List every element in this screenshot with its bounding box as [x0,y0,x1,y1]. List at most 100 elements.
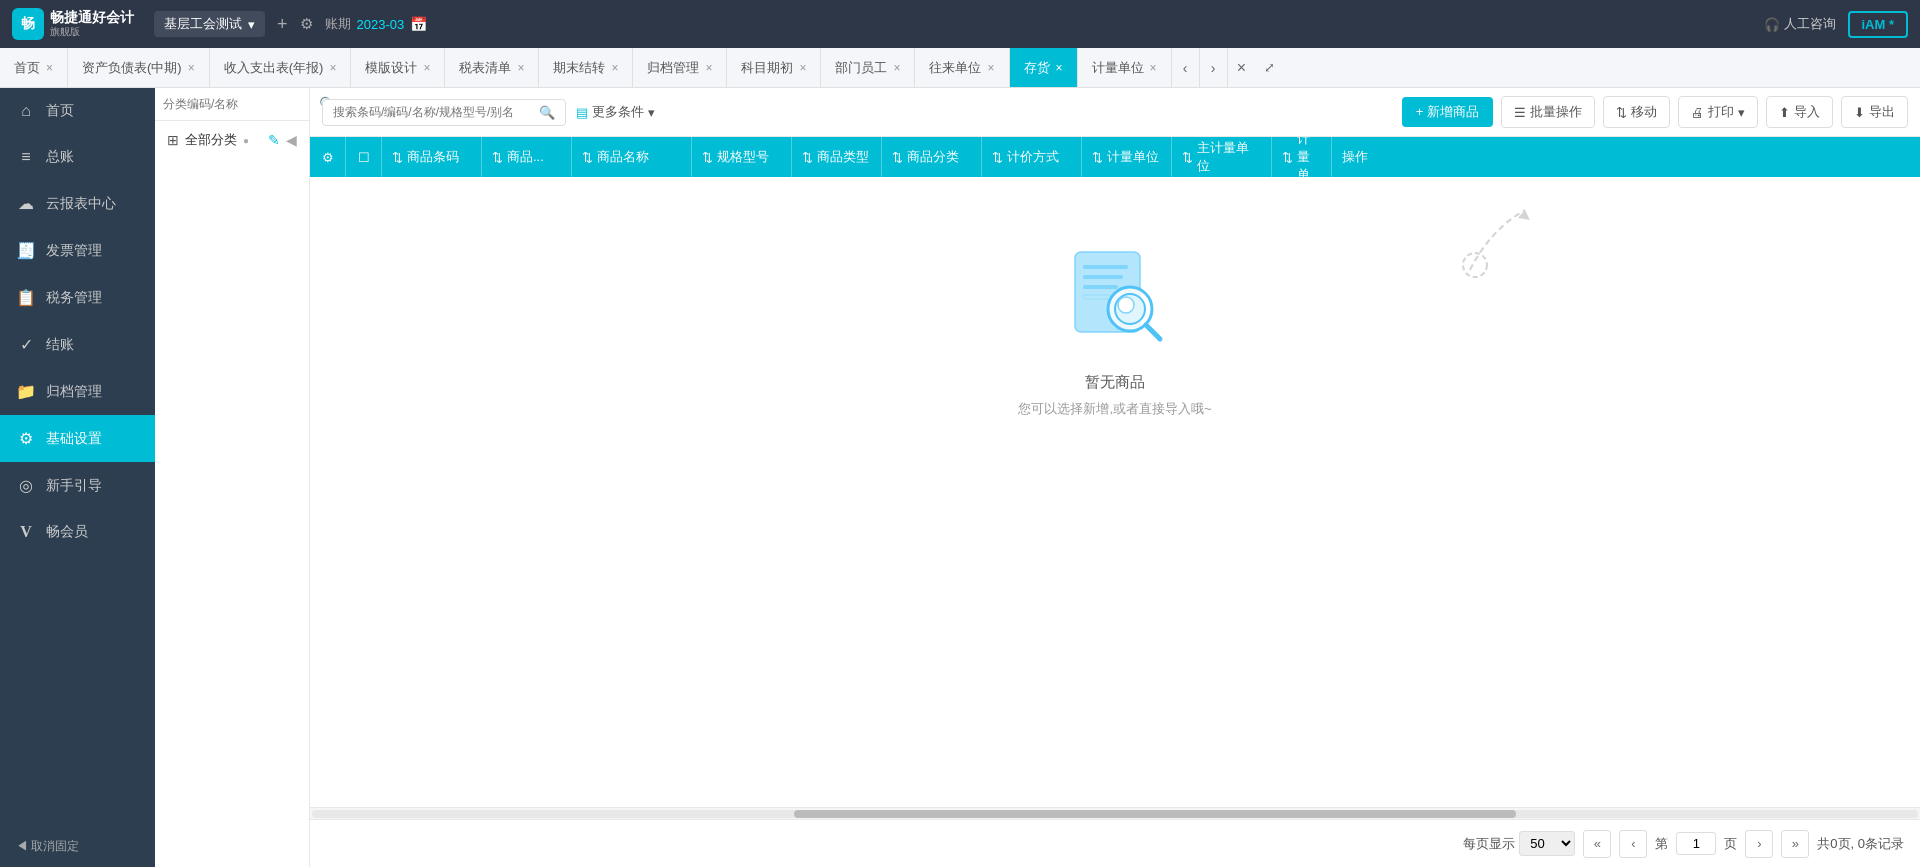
home-icon: ⌂ [16,102,36,120]
move-button[interactable]: ⇅ 移动 [1603,96,1670,128]
tab-close-icon[interactable]: × [705,61,712,75]
svg-rect-5 [1083,285,1118,289]
empty-arrow-decoration [1460,200,1540,280]
sidebar-item-reports[interactable]: ☁ 云报表中心 [0,180,155,227]
add-goods-button[interactable]: + 新增商品 [1402,97,1493,127]
main-layout: ⌂ 首页 ≡ 总账 ☁ 云报表中心 🧾 发票管理 📋 税务管理 ✓ 结账 📁 归… [0,88,1920,867]
calendar-icon[interactable]: 📅 [410,16,427,32]
th-barcode[interactable]: ⇅ 商品条码 [382,137,482,177]
th-category[interactable]: ⇅ 商品分类 [882,137,982,177]
tab-close-icon[interactable]: × [799,61,806,75]
sidebar-item-settings[interactable]: ⚙ 基础设置 [0,415,155,462]
svg-marker-0 [1518,210,1530,220]
invoice-icon: 🧾 [16,241,36,260]
th-main-unit[interactable]: ⇅ 主计量单位 [1172,137,1272,177]
company-selector[interactable]: 基层工会测试 ▾ [154,11,265,37]
sidebar-item-tax[interactable]: 📋 税务管理 [0,274,155,321]
import-button[interactable]: ⬆ 导入 [1766,96,1833,128]
tab-close-all-btn[interactable]: × [1228,48,1256,87]
tab-subject-init[interactable]: 科目期初 × [727,48,821,87]
tab-label: 归档管理 [647,59,699,77]
page-last-btn[interactable]: » [1781,830,1809,858]
page-next-btn[interactable]: › [1745,830,1773,858]
tab-home[interactable]: 首页 × [0,48,68,87]
export-button[interactable]: ⬇ 导出 [1841,96,1908,128]
print-icon: 🖨 [1691,105,1704,120]
settings-icon-btn[interactable]: ⚙ [300,15,313,33]
archive-icon: 📁 [16,382,36,401]
tab-tax-list[interactable]: 税表清单 × [445,48,539,87]
th-num[interactable]: ⇅ 主计量单位 [1272,137,1332,177]
th-checkbox[interactable]: ☐ [346,137,382,177]
tab-prev-btn[interactable]: ‹ [1172,48,1200,87]
tab-next-btn[interactable]: › [1200,48,1228,87]
goods-search-bar: 🔍 ▤ 更多条件 ▾ + 新增商品 ☰ 批量操作 [310,88,1920,137]
category-search-input[interactable] [163,97,313,111]
sidebar-item-member[interactable]: V 畅会员 [0,509,155,555]
th-unit[interactable]: ⇅ 计量单位 [1082,137,1172,177]
edit-icon[interactable]: ✎ [268,132,280,148]
tab-goods[interactable]: 存货 × [1010,48,1078,87]
batch-ops-button[interactable]: ☰ 批量操作 [1501,96,1595,128]
tax-icon: 📋 [16,288,36,307]
tab-close-icon[interactable]: × [423,61,430,75]
cancel-pin-button[interactable]: ◀ 取消固定 [0,826,155,867]
collapse-icon[interactable]: ◀ [286,132,297,148]
search-icon[interactable]: 🔍 [539,105,555,120]
tab-label: 模版设计 [365,59,417,77]
page-first-btn[interactable]: « [1583,830,1611,858]
print-button[interactable]: 🖨 打印 ▾ [1678,96,1758,128]
tab-expand-btn[interactable]: ⤢ [1256,48,1284,87]
headset-icon: 🎧 [1764,17,1780,32]
tab-close-icon[interactable]: × [611,61,618,75]
svg-point-9 [1118,297,1134,313]
tab-close-icon[interactable]: × [1150,61,1157,75]
tab-period-transfer[interactable]: 期末结转 × [539,48,633,87]
tab-template[interactable]: 模版设计 × [351,48,445,87]
tab-department[interactable]: 部门员工 × [821,48,915,87]
tab-close-icon[interactable]: × [188,61,195,75]
empty-sub-text: 您可以选择新增,或者直接导入哦~ [1018,400,1211,418]
th-name[interactable]: ⇅ 商品名称 [572,137,692,177]
th-spec[interactable]: ⇅ 规格型号 [692,137,792,177]
per-page-select[interactable]: 50 100 200 [1519,831,1575,856]
tab-close-icon[interactable]: × [329,61,336,75]
tab-close-icon[interactable]: × [517,61,524,75]
tab-close-icon[interactable]: × [987,61,994,75]
page-number-input[interactable] [1676,832,1716,855]
more-filters-btn[interactable]: ▤ 更多条件 ▾ [576,103,655,121]
chevron-down-icon: ▾ [648,105,655,120]
th-price[interactable]: ⇅ 计价方式 [982,137,1082,177]
help-button[interactable]: 🎧 人工咨询 [1764,15,1836,33]
th-type[interactable]: ⇅ 商品类型 [792,137,882,177]
total-records-label: 共0页, 0条记录 [1817,835,1904,853]
tab-close-icon[interactable]: × [1056,61,1063,75]
tab-income-statement[interactable]: 收入支出表(年报) × [210,48,352,87]
sidebar-item-closing[interactable]: ✓ 结账 [0,321,155,368]
sidebar-item-ledger[interactable]: ≡ 总账 [0,134,155,180]
tab-archive[interactable]: 归档管理 × [633,48,727,87]
period-area: 账期 2023-03 📅 [325,15,428,33]
add-tab-btn[interactable]: + [277,14,288,35]
th-settings[interactable]: ⚙ [310,137,346,177]
sidebar-item-guide[interactable]: ◎ 新手引导 [0,462,155,509]
tab-balance-sheet[interactable]: 资产负债表(中期) × [68,48,210,87]
horizontal-scrollbar[interactable] [310,807,1920,819]
scroll-thumb[interactable] [794,810,1517,818]
scroll-track [312,810,1918,818]
tab-counterparty[interactable]: 往来单位 × [915,48,1009,87]
page-label-prefix: 第 [1655,835,1668,853]
tab-unit[interactable]: 计量单位 × [1078,48,1172,87]
tab-close-icon[interactable]: × [893,61,900,75]
sidebar-item-invoice[interactable]: 🧾 发票管理 [0,227,155,274]
th-code[interactable]: ⇅ 商品... [482,137,572,177]
tab-close-icon[interactable]: × [46,61,53,75]
export-icon: ⬇ [1854,105,1865,120]
page-prev-btn[interactable]: ‹ [1619,830,1647,858]
goods-search-input[interactable] [333,105,533,119]
sidebar-item-home[interactable]: ⌂ 首页 [0,88,155,134]
sidebar-item-archive[interactable]: 📁 归档管理 [0,368,155,415]
account-button[interactable]: iAM * [1848,11,1909,38]
goods-panel: 🔍 ▤ 更多条件 ▾ + 新增商品 ☰ 批量操作 [310,88,1920,867]
import-icon: ⬆ [1779,105,1790,120]
